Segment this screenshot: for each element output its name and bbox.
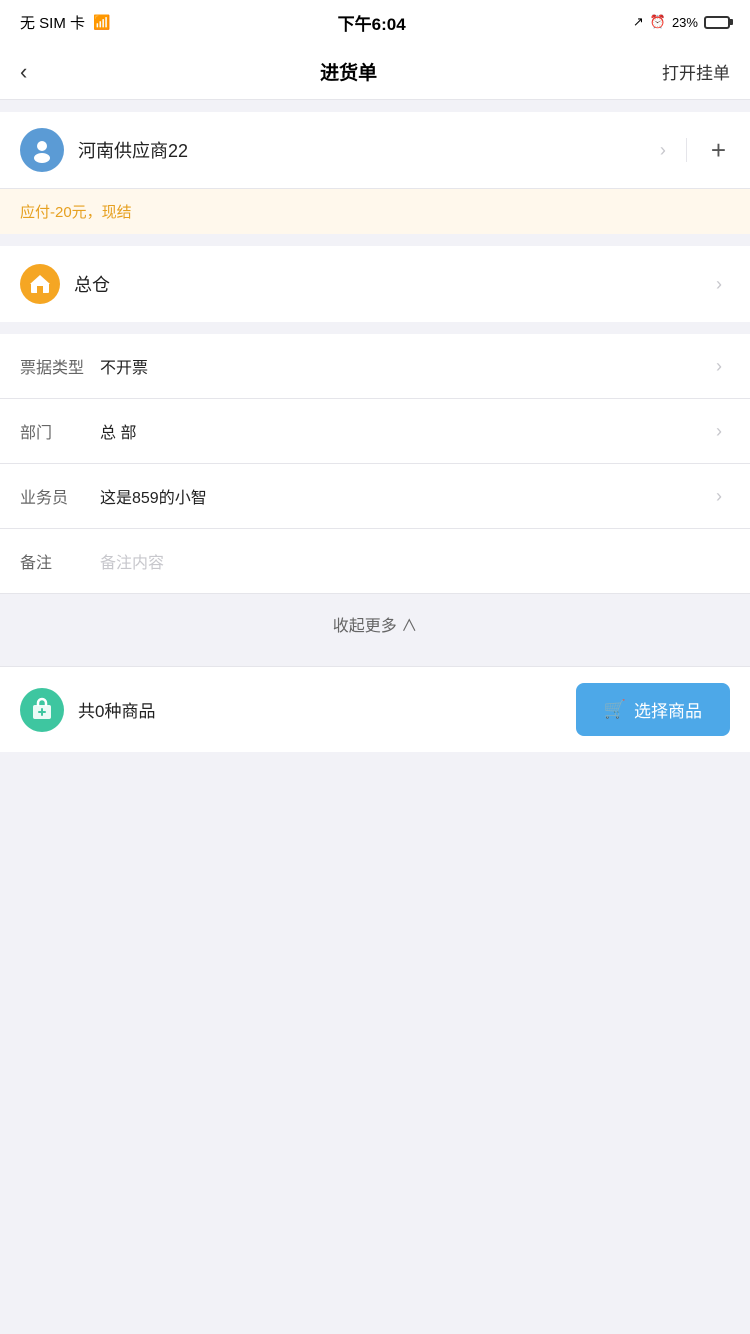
supplier-name: 河南供应商22 (78, 137, 660, 163)
status-right: ↗ ⏰ 23% (633, 14, 730, 30)
status-left: 无 SIM 卡 📶 (20, 12, 110, 33)
battery-percent: 23% (672, 15, 698, 30)
product-icon (20, 688, 64, 732)
cart-icon: 🛒 (604, 699, 626, 720)
salesperson-value: 这是859的小智 (100, 484, 716, 508)
alarm-icon: ⏰ (650, 14, 666, 30)
notice-bar: 应付-20元，现结 (0, 189, 750, 234)
warehouse-name: 总仓 (74, 271, 716, 297)
open-pending-button[interactable]: 打开挂单 (662, 59, 730, 84)
supplier-chevron-icon: › (660, 140, 666, 161)
remark-label: 备注 (20, 549, 100, 573)
select-product-button[interactable]: 🛒 选择商品 (576, 683, 730, 736)
department-value: 总 部 (100, 419, 716, 443)
department-chevron-icon: › (716, 421, 722, 442)
form-card: 票据类型 不开票 › 部门 总 部 › 业务员 这是859的小智 › 备注 备注… (0, 334, 750, 654)
select-product-label: 选择商品 (634, 697, 702, 722)
status-time: 下午6:04 (338, 10, 406, 35)
salesperson-row[interactable]: 业务员 这是859的小智 › (0, 463, 750, 528)
supplier-card: 河南供应商22 › + 应付-20元，现结 (0, 112, 750, 234)
page-title: 进货单 (320, 58, 377, 85)
invoice-type-chevron-icon: › (716, 356, 722, 377)
vertical-divider (686, 138, 687, 162)
page-background (0, 752, 750, 1032)
location-icon: ↗ (633, 14, 644, 30)
nav-bar: ‹ 进货单 打开挂单 (0, 44, 750, 100)
warehouse-chevron-icon: › (716, 274, 722, 295)
remark-row[interactable]: 备注 备注内容 (0, 528, 750, 593)
product-count: 共0种商品 (78, 697, 576, 722)
collapse-button[interactable]: 收起更多 ∧ (0, 593, 750, 654)
salesperson-label: 业务员 (20, 484, 100, 508)
wifi-icon: 📶 (93, 14, 110, 31)
invoice-type-value: 不开票 (100, 354, 716, 378)
notice-text: 应付-20元，现结 (20, 204, 132, 221)
add-button[interactable]: + (707, 131, 730, 170)
product-bar: 共0种商品 🛒 选择商品 (0, 666, 750, 752)
warehouse-card: 总仓 › (0, 246, 750, 322)
back-button[interactable]: ‹ (12, 51, 35, 93)
invoice-type-row[interactable]: 票据类型 不开票 › (0, 334, 750, 398)
gap-2 (0, 234, 750, 246)
battery-icon (704, 16, 730, 29)
department-row[interactable]: 部门 总 部 › (0, 398, 750, 463)
carrier-label: 无 SIM 卡 (20, 12, 85, 33)
supplier-row[interactable]: 河南供应商22 › + (0, 112, 750, 189)
warehouse-icon (20, 264, 60, 304)
salesperson-chevron-icon: › (716, 486, 722, 507)
invoice-type-label: 票据类型 (20, 354, 100, 378)
gap-3 (0, 322, 750, 334)
supplier-avatar (20, 128, 64, 172)
status-bar: 无 SIM 卡 📶 下午6:04 ↗ ⏰ 23% (0, 0, 750, 44)
gap-1 (0, 100, 750, 112)
department-label: 部门 (20, 419, 100, 443)
remark-input[interactable]: 备注内容 (100, 549, 730, 573)
warehouse-row[interactable]: 总仓 › (0, 246, 750, 322)
